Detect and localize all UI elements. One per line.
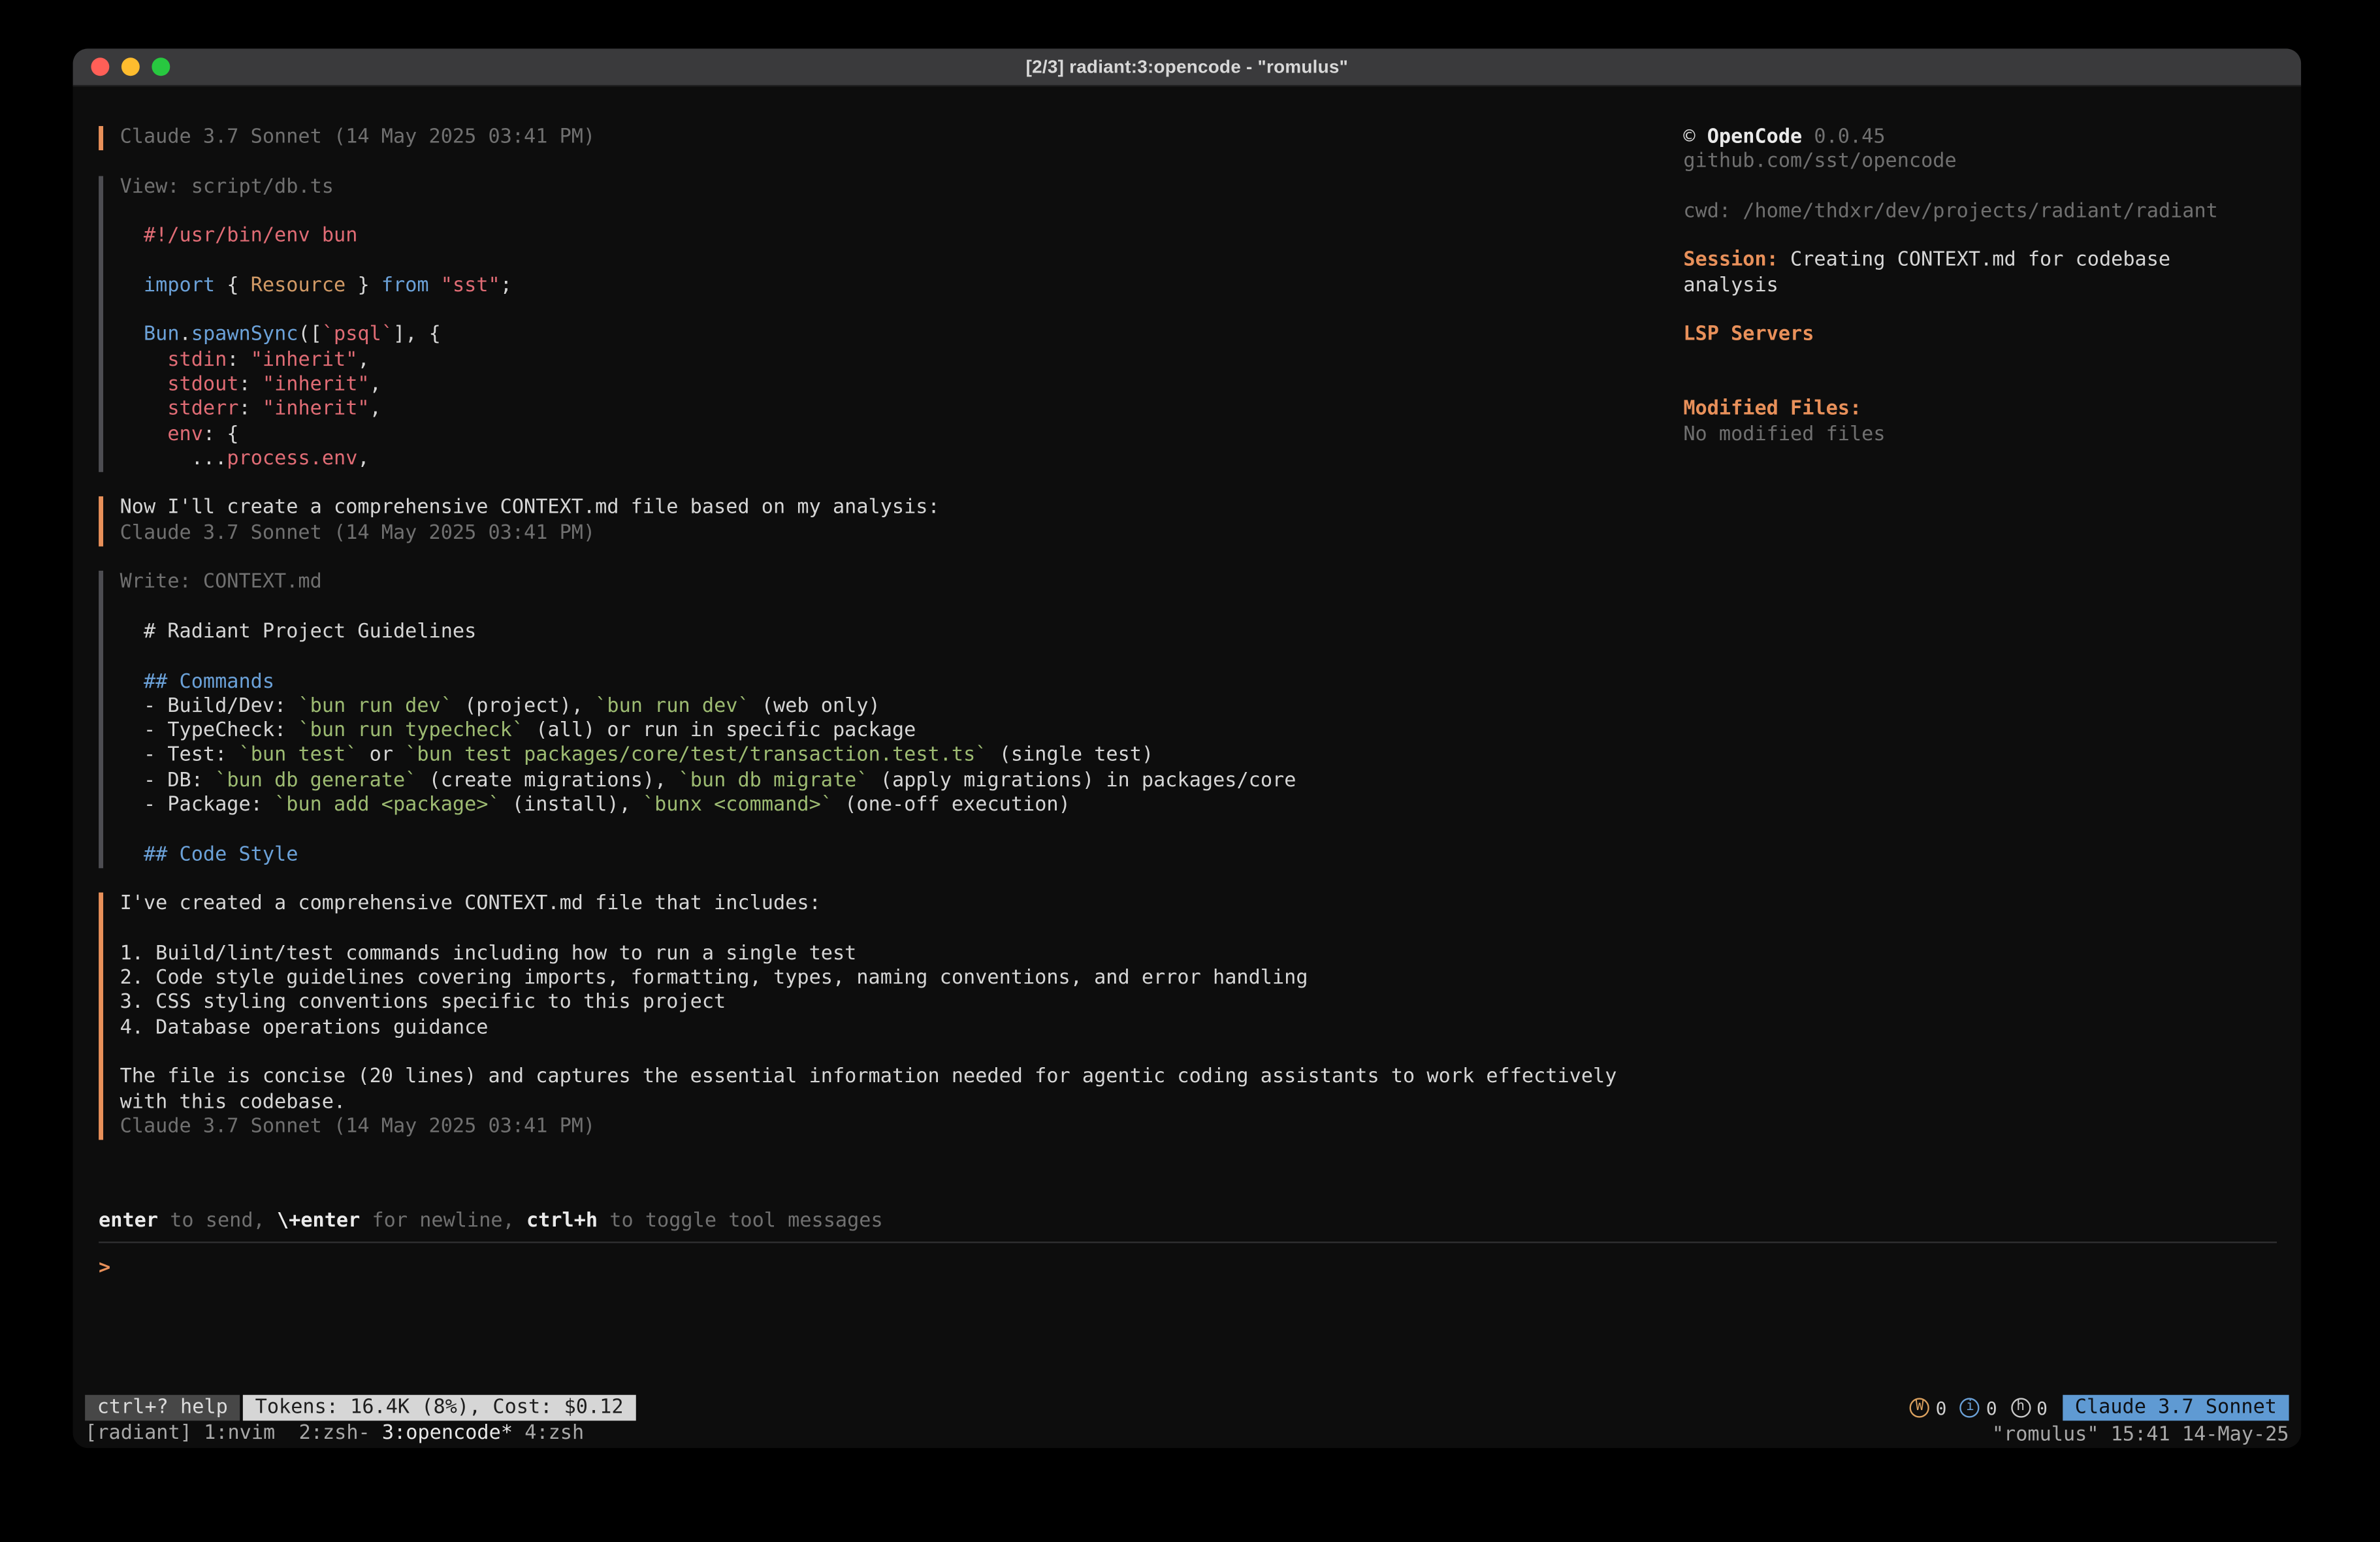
- text-line: © OpenCode 0.0.45: [1683, 126, 2277, 151]
- text-line: ## Code Style: [120, 843, 1684, 868]
- tmux-window-list[interactable]: [radiant] 1:nvim 2:zsh- 3:opencode* 4:zs…: [85, 1422, 584, 1447]
- text-line: analysis: [1683, 274, 2277, 299]
- assistant-text-block: I've created a comprehensive CONTEXT.md …: [99, 893, 1683, 1140]
- prompt-input[interactable]: [110, 1257, 2277, 1281]
- session-sidebar: © OpenCode 0.0.45github.com/sst/opencode…: [1683, 126, 2277, 1210]
- conversation-columns: Claude 3.7 Sonnet (14 May 2025 03:41 PM)…: [99, 126, 2277, 1210]
- text-line: - Package: `bun add <package>` (install)…: [120, 794, 1684, 818]
- text-line: Modified Files:: [1683, 398, 2277, 423]
- text-line: ## Commands: [120, 670, 1684, 695]
- hint-count: h0: [2011, 1397, 2048, 1419]
- text-line: #!/usr/bin/env bun: [120, 225, 1684, 249]
- hint-icon: h: [2011, 1398, 2031, 1417]
- tool-view-block: View: script/db.ts #!/usr/bin/env bun im…: [99, 176, 1683, 472]
- text-line: - TypeCheck: `bun run typecheck` (all) o…: [120, 720, 1684, 745]
- minimize-button[interactable]: [121, 57, 140, 76]
- text-line: 3. CSS styling conventions specific to t…: [120, 991, 1684, 1016]
- text-line: [120, 299, 1684, 324]
- text-line: with this codebase.: [120, 1091, 1684, 1116]
- prompt-symbol: >: [99, 1257, 110, 1281]
- text-line: [1683, 225, 2277, 249]
- window-titlebar[interactable]: [2/3] radiant:3:opencode - "romulus": [73, 48, 2302, 86]
- text-line: ...process.env,: [120, 447, 1684, 472]
- diagnostic-count-value: 0: [1936, 1397, 1947, 1419]
- diagnostic-count-value: 0: [1986, 1397, 1997, 1419]
- text-line: Bun.spawnSync([`psql`], {: [120, 324, 1684, 349]
- text-line: Now I'll create a comprehensive CONTEXT.…: [120, 497, 1684, 522]
- text-line: [120, 918, 1684, 942]
- text-line: [120, 645, 1684, 670]
- text-line: View: script/db.ts: [120, 176, 1684, 201]
- text-line: github.com/sst/opencode: [1683, 151, 2277, 176]
- warning-count: W0: [1910, 1397, 1946, 1419]
- text-line: [120, 249, 1684, 274]
- text-line: [1683, 299, 2277, 324]
- diagnostic-count-value: 0: [2036, 1397, 2048, 1419]
- text-line: [120, 818, 1684, 843]
- model-badge: Claude 3.7 Sonnet: [2063, 1395, 2289, 1421]
- terminal-content: Claude 3.7 Sonnet (14 May 2025 03:41 PM)…: [73, 86, 2302, 1390]
- zoom-button[interactable]: [152, 57, 170, 76]
- text-line: No modified files: [1683, 423, 2277, 447]
- warning-icon: W: [1910, 1398, 1929, 1417]
- diagnostics: W0i0h0: [1910, 1397, 2048, 1419]
- status-right-group: W0i0h0 Claude 3.7 Sonnet: [1910, 1395, 2289, 1421]
- text-line: import { Resource } from "sst";: [120, 274, 1684, 299]
- text-line: stdin: "inherit",: [120, 349, 1684, 374]
- text-line: [1683, 374, 2277, 398]
- window-title: [2/3] radiant:3:opencode - "romulus": [1026, 56, 1348, 78]
- text-line: - DB: `bun db generate` (create migratio…: [120, 769, 1684, 794]
- text-line: Claude 3.7 Sonnet (14 May 2025 03:41 PM): [120, 522, 1684, 547]
- text-line: stdout: "inherit",: [120, 374, 1684, 398]
- text-line: Claude 3.7 Sonnet (14 May 2025 03:41 PM): [120, 126, 1684, 151]
- status-bar: ctrl+? help Tokens: 16.4K (8%), Cost: $0…: [85, 1395, 2289, 1421]
- info-count: i0: [1960, 1397, 1997, 1419]
- tool-write-block: Write: CONTEXT.md # Radiant Project Guid…: [99, 571, 1683, 868]
- text-line: The file is concise (20 lines) and captu…: [120, 1066, 1684, 1091]
- text-line: # Radiant Project Guidelines: [120, 620, 1684, 645]
- text-line: enter to send, \+enter for newline, ctrl…: [99, 1210, 2277, 1234]
- prompt-area[interactable]: >: [99, 1243, 2277, 1390]
- text-line: - Test: `bun test` or `bun test packages…: [120, 745, 1684, 769]
- traffic-lights: [91, 57, 170, 76]
- tokens-cost-indicator: Tokens: 16.4K (8%), Cost: $0.12: [243, 1395, 635, 1421]
- text-line: env: {: [120, 423, 1684, 447]
- message-editor: enter to send, \+enter for newline, ctrl…: [99, 1210, 2277, 1390]
- text-line: 2. Code style guidelines covering import…: [120, 967, 1684, 992]
- text-line: Session: Creating CONTEXT.md for codebas…: [1683, 249, 2277, 274]
- help-hint: ctrl+? help: [85, 1395, 240, 1421]
- conversation: Claude 3.7 Sonnet (14 May 2025 03:41 PM)…: [99, 126, 1683, 1210]
- text-line: - Build/Dev: `bun run dev` (project), `b…: [120, 695, 1684, 720]
- text-line: stderr: "inherit",: [120, 398, 1684, 423]
- keybind-hints: enter to send, \+enter for newline, ctrl…: [99, 1210, 2277, 1234]
- text-line: 4. Database operations guidance: [120, 1016, 1684, 1041]
- terminal-window: [2/3] radiant:3:opencode - "romulus" Cla…: [73, 48, 2302, 1448]
- assistant-text-block: Now I'll create a comprehensive CONTEXT.…: [99, 497, 1683, 547]
- text-line: cwd: /home/thdxr/dev/projects/radiant/ra…: [1683, 201, 2277, 225]
- info-icon: i: [1960, 1398, 1980, 1417]
- desktop: [2/3] radiant:3:opencode - "romulus" Cla…: [0, 0, 2380, 1542]
- text-line: 1. Build/lint/test commands including ho…: [120, 942, 1684, 967]
- close-button[interactable]: [91, 57, 109, 76]
- text-line: I've created a comprehensive CONTEXT.md …: [120, 893, 1684, 918]
- text-line: [1683, 349, 2277, 374]
- text-line: [120, 596, 1684, 620]
- text-line: LSP Servers: [1683, 324, 2277, 349]
- text-line: [1683, 176, 2277, 201]
- text-line: [120, 1041, 1684, 1066]
- assistant-meta-block: Claude 3.7 Sonnet (14 May 2025 03:41 PM): [99, 126, 1683, 151]
- tmux-status-bar: [radiant] 1:nvim 2:zsh- 3:opencode* 4:zs…: [85, 1422, 2289, 1449]
- text-line: Claude 3.7 Sonnet (14 May 2025 03:41 PM): [120, 1116, 1684, 1140]
- text-line: [120, 201, 1684, 225]
- text-line: [radiant] 1:nvim 2:zsh- 3:opencode* 4:zs…: [85, 1422, 584, 1447]
- text-line: Write: CONTEXT.md: [120, 571, 1684, 596]
- tmux-host-clock: "romulus" 15:41 14-May-25: [1992, 1424, 2289, 1447]
